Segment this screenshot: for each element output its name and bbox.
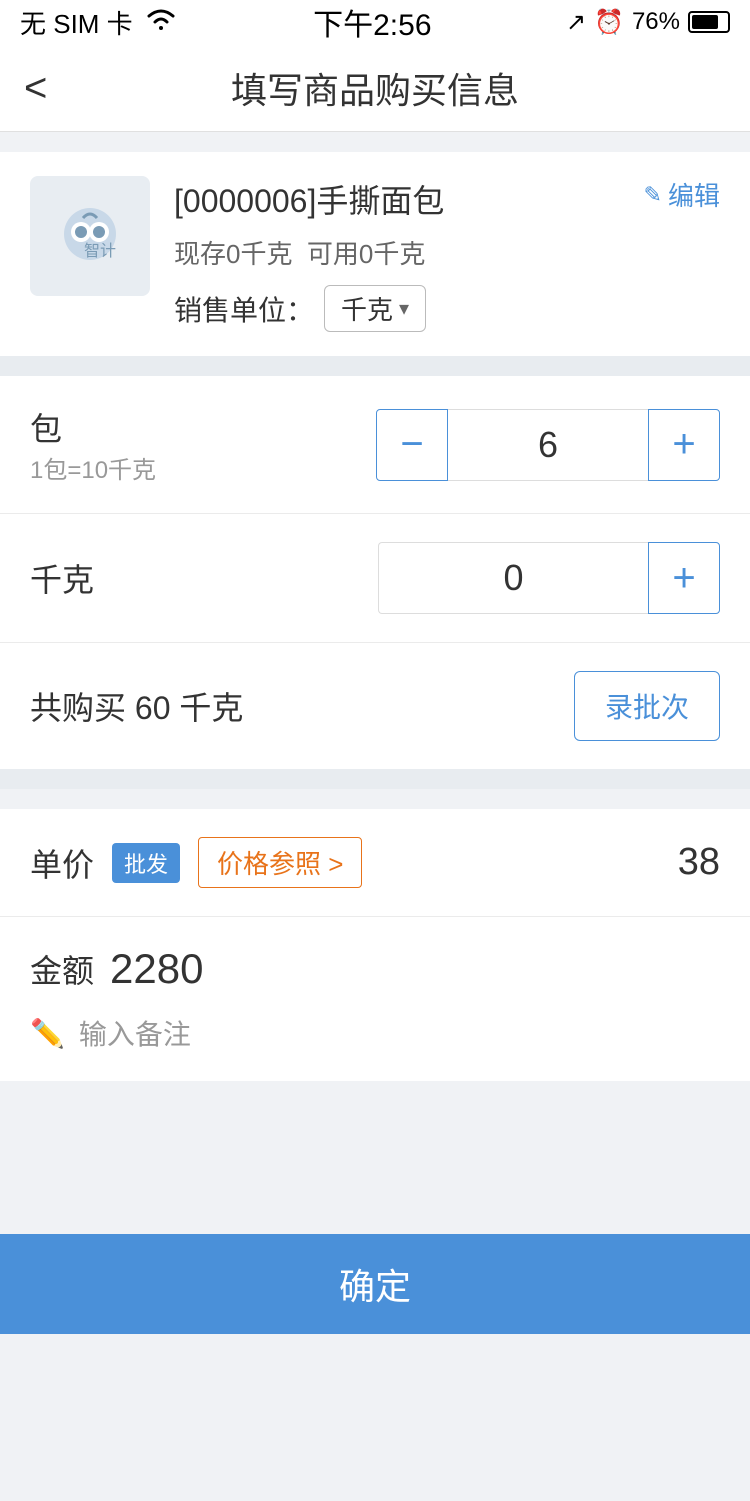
total-label: 共购买 60 千克 bbox=[30, 683, 574, 729]
edit-icon: ✎ bbox=[644, 182, 662, 208]
status-time: 下午2:56 bbox=[313, 0, 431, 44]
price-value: 38 bbox=[678, 841, 720, 884]
product-card: 智计 [0000006]手撕面包 现存0千克 可用0千克 销售单位： 千克 ▾ … bbox=[0, 152, 750, 356]
status-left: 无 SIM 卡 bbox=[20, 4, 179, 41]
pack-input-row: 包 1包=10千克 − + bbox=[0, 376, 750, 514]
page-title: 填写商品购买信息 bbox=[231, 62, 519, 114]
pencil-icon: ✏️ bbox=[30, 1017, 65, 1050]
remark-row[interactable]: ✏️ 输入备注 bbox=[30, 1013, 720, 1053]
kg-quantity-input[interactable] bbox=[378, 542, 648, 614]
price-label: 单价 bbox=[30, 840, 94, 886]
battery-percent: 76% bbox=[632, 8, 680, 36]
pack-increment-button[interactable]: + bbox=[648, 409, 720, 481]
battery-icon bbox=[688, 11, 730, 33]
pack-quantity-input[interactable] bbox=[448, 409, 648, 481]
kg-label-main: 千克 bbox=[30, 555, 190, 601]
edit-button[interactable]: ✎ 编辑 bbox=[644, 176, 720, 213]
amount-section: 金额 2280 ✏️ 输入备注 bbox=[0, 916, 750, 1081]
kg-label: 千克 bbox=[30, 555, 190, 601]
price-tag-badge: 批发 bbox=[112, 843, 180, 883]
product-logo-icon: 智计 bbox=[55, 196, 125, 276]
kg-input-row: 千克 + bbox=[0, 514, 750, 643]
product-info: [0000006]手撕面包 现存0千克 可用0千克 销售单位： 千克 ▾ bbox=[174, 176, 720, 332]
kg-input-controls: + bbox=[378, 542, 720, 614]
pack-label-main: 包 bbox=[30, 404, 190, 450]
price-section: 单价 批发 价格参照 > 38 bbox=[0, 809, 750, 916]
product-unit-row: 销售单位： 千克 ▾ bbox=[174, 285, 720, 332]
amount-row: 金额 2280 bbox=[30, 945, 720, 993]
pack-decrement-button[interactable]: − bbox=[376, 409, 448, 481]
product-stock: 现存0千克 可用0千克 bbox=[174, 234, 720, 271]
total-row: 共购买 60 千克 录批次 bbox=[0, 643, 750, 769]
section-separator-1 bbox=[0, 356, 750, 376]
status-bar: 无 SIM 卡 下午2:56 ↗ ⏰ 76% bbox=[0, 0, 750, 44]
svg-text:智计: 智计 bbox=[84, 242, 116, 260]
amount-value: 2280 bbox=[110, 945, 203, 993]
alarm-icon: ⏰ bbox=[594, 8, 624, 37]
wifi-icon bbox=[143, 6, 179, 39]
record-batch-button[interactable]: 录批次 bbox=[574, 671, 720, 741]
amount-label: 金额 bbox=[30, 946, 94, 992]
product-name: [0000006]手撕面包 bbox=[174, 176, 720, 222]
back-button[interactable]: < bbox=[24, 68, 47, 108]
status-right: ↗ ⏰ 76% bbox=[566, 8, 730, 37]
product-thumbnail: 智计 bbox=[30, 176, 150, 296]
price-row: 单价 批发 价格参照 > 38 bbox=[30, 837, 720, 888]
pack-label-sub: 1包=10千克 bbox=[30, 450, 190, 485]
pack-input-section: 包 1包=10千克 − + 千克 + bbox=[0, 376, 750, 643]
remark-placeholder: 输入备注 bbox=[79, 1013, 191, 1053]
unit-arrow-icon: ▾ bbox=[399, 296, 409, 321]
confirm-button[interactable]: 确定 bbox=[0, 1234, 750, 1334]
pack-label: 包 1包=10千克 bbox=[30, 404, 190, 485]
section-separator-2 bbox=[0, 769, 750, 789]
price-reference-button[interactable]: 价格参照 > bbox=[198, 837, 362, 888]
no-sim-text: 无 SIM 卡 bbox=[20, 4, 133, 41]
direction-icon: ↗ bbox=[566, 8, 586, 37]
nav-bar: < 填写商品购买信息 bbox=[0, 44, 750, 132]
kg-increment-button[interactable]: + bbox=[648, 542, 720, 614]
unit-selector[interactable]: 千克 ▾ bbox=[324, 285, 426, 332]
pack-input-controls: − + bbox=[376, 409, 720, 481]
